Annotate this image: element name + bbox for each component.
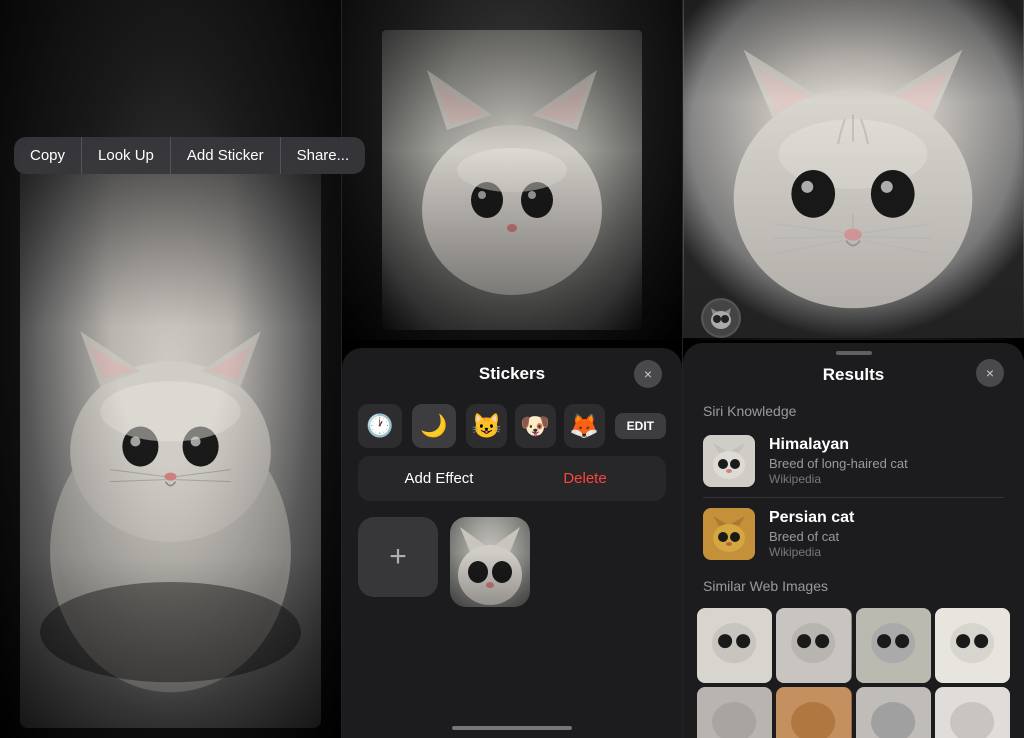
persian-info: Persian cat Breed of cat Wikipedia bbox=[769, 509, 1004, 559]
persian-name: Persian cat bbox=[769, 509, 1004, 527]
left-cat-image bbox=[20, 155, 321, 728]
results-header: Results × bbox=[683, 343, 1024, 395]
right-cat-image bbox=[683, 0, 1024, 338]
web-image-5[interactable] bbox=[697, 687, 772, 738]
himalayan-source: Wikipedia bbox=[769, 472, 1004, 486]
himalayan-name: Himalayan bbox=[769, 436, 1004, 454]
himalayan-knowledge-item[interactable]: Himalayan Breed of long-haired cat Wikip… bbox=[683, 425, 1024, 497]
web-image-7[interactable] bbox=[856, 687, 931, 738]
persian-description: Breed of cat bbox=[769, 529, 1004, 544]
context-menu: Copy Look Up Add Sticker Share... bbox=[14, 137, 365, 174]
sticker-emoji-3[interactable]: 🦊 bbox=[564, 404, 605, 448]
results-panel: Results × Siri Knowledge Himalayan B bbox=[683, 343, 1024, 738]
left-cat-svg bbox=[20, 155, 321, 728]
stickers-title: Stickers bbox=[479, 364, 545, 384]
stickers-close-button[interactable]: × bbox=[634, 360, 662, 388]
results-title: Results bbox=[823, 365, 884, 385]
web-image-3[interactable] bbox=[856, 608, 931, 683]
left-panel: Copy Look Up Add Sticker Share... bbox=[0, 0, 341, 738]
home-indicator bbox=[452, 726, 572, 730]
persian-source: Wikipedia bbox=[769, 545, 1004, 559]
context-menu-share[interactable]: Share... bbox=[281, 137, 366, 174]
context-menu-lookup[interactable]: Look Up bbox=[82, 137, 171, 174]
web-image-2[interactable] bbox=[776, 608, 851, 683]
middle-cat-svg bbox=[382, 30, 642, 330]
sticker-actions-bar: Add Effect Delete bbox=[358, 456, 666, 501]
himalayan-thumbnail bbox=[703, 435, 755, 487]
web-images-grid-row1 bbox=[683, 600, 1024, 683]
stickers-header: Stickers × bbox=[342, 348, 682, 396]
results-close-button[interactable]: × bbox=[976, 359, 1004, 387]
sticker-edit-button[interactable]: EDIT bbox=[615, 413, 666, 439]
sticker-emoji-2[interactable]: 🐶 bbox=[515, 404, 556, 448]
middle-panel: Stickers × 🕐 🌙 😺 🐶 🦊 EDIT Add Effect Del… bbox=[341, 0, 683, 738]
persian-knowledge-item[interactable]: Persian cat Breed of cat Wikipedia bbox=[683, 498, 1024, 570]
add-sticker-button[interactable]: + bbox=[358, 517, 438, 597]
right-cat-svg bbox=[683, 0, 1024, 338]
avatar-icon bbox=[701, 298, 741, 338]
avatar-image bbox=[703, 300, 739, 336]
stickers-grid: + bbox=[342, 501, 682, 623]
sticker-moon-icon[interactable]: 🌙 bbox=[412, 404, 456, 448]
himalayan-description: Breed of long-haired cat bbox=[769, 456, 1004, 471]
persian-thumbnail bbox=[703, 508, 755, 560]
sticker-cat-item[interactable] bbox=[450, 517, 530, 607]
sticker-emoji-1[interactable]: 😺 bbox=[466, 404, 507, 448]
stickers-panel: Stickers × 🕐 🌙 😺 🐶 🦊 EDIT Add Effect Del… bbox=[342, 348, 682, 738]
right-panel: Results × Siri Knowledge Himalayan B bbox=[683, 0, 1024, 738]
siri-knowledge-section-title: Siri Knowledge bbox=[683, 395, 1024, 425]
stickers-emoji-row: 🕐 🌙 😺 🐶 🦊 EDIT bbox=[342, 396, 682, 456]
similar-web-images-section-title: Similar Web Images bbox=[683, 570, 1024, 600]
himalayan-info: Himalayan Breed of long-haired cat Wikip… bbox=[769, 436, 1004, 486]
web-image-1[interactable] bbox=[697, 608, 772, 683]
sticker-emoji-display: 😺 🐶 🦊 bbox=[466, 404, 605, 448]
web-image-6[interactable] bbox=[776, 687, 851, 738]
web-image-8[interactable] bbox=[935, 687, 1010, 738]
context-menu-copy[interactable]: Copy bbox=[14, 137, 82, 174]
web-image-4[interactable] bbox=[935, 608, 1010, 683]
delete-button[interactable]: Delete bbox=[520, 462, 650, 495]
middle-cat-image bbox=[382, 30, 642, 330]
sticker-clock-icon[interactable]: 🕐 bbox=[358, 404, 402, 448]
add-effect-button[interactable]: Add Effect bbox=[374, 462, 504, 495]
web-images-grid-row2 bbox=[683, 683, 1024, 738]
context-menu-add-sticker[interactable]: Add Sticker bbox=[171, 137, 281, 174]
